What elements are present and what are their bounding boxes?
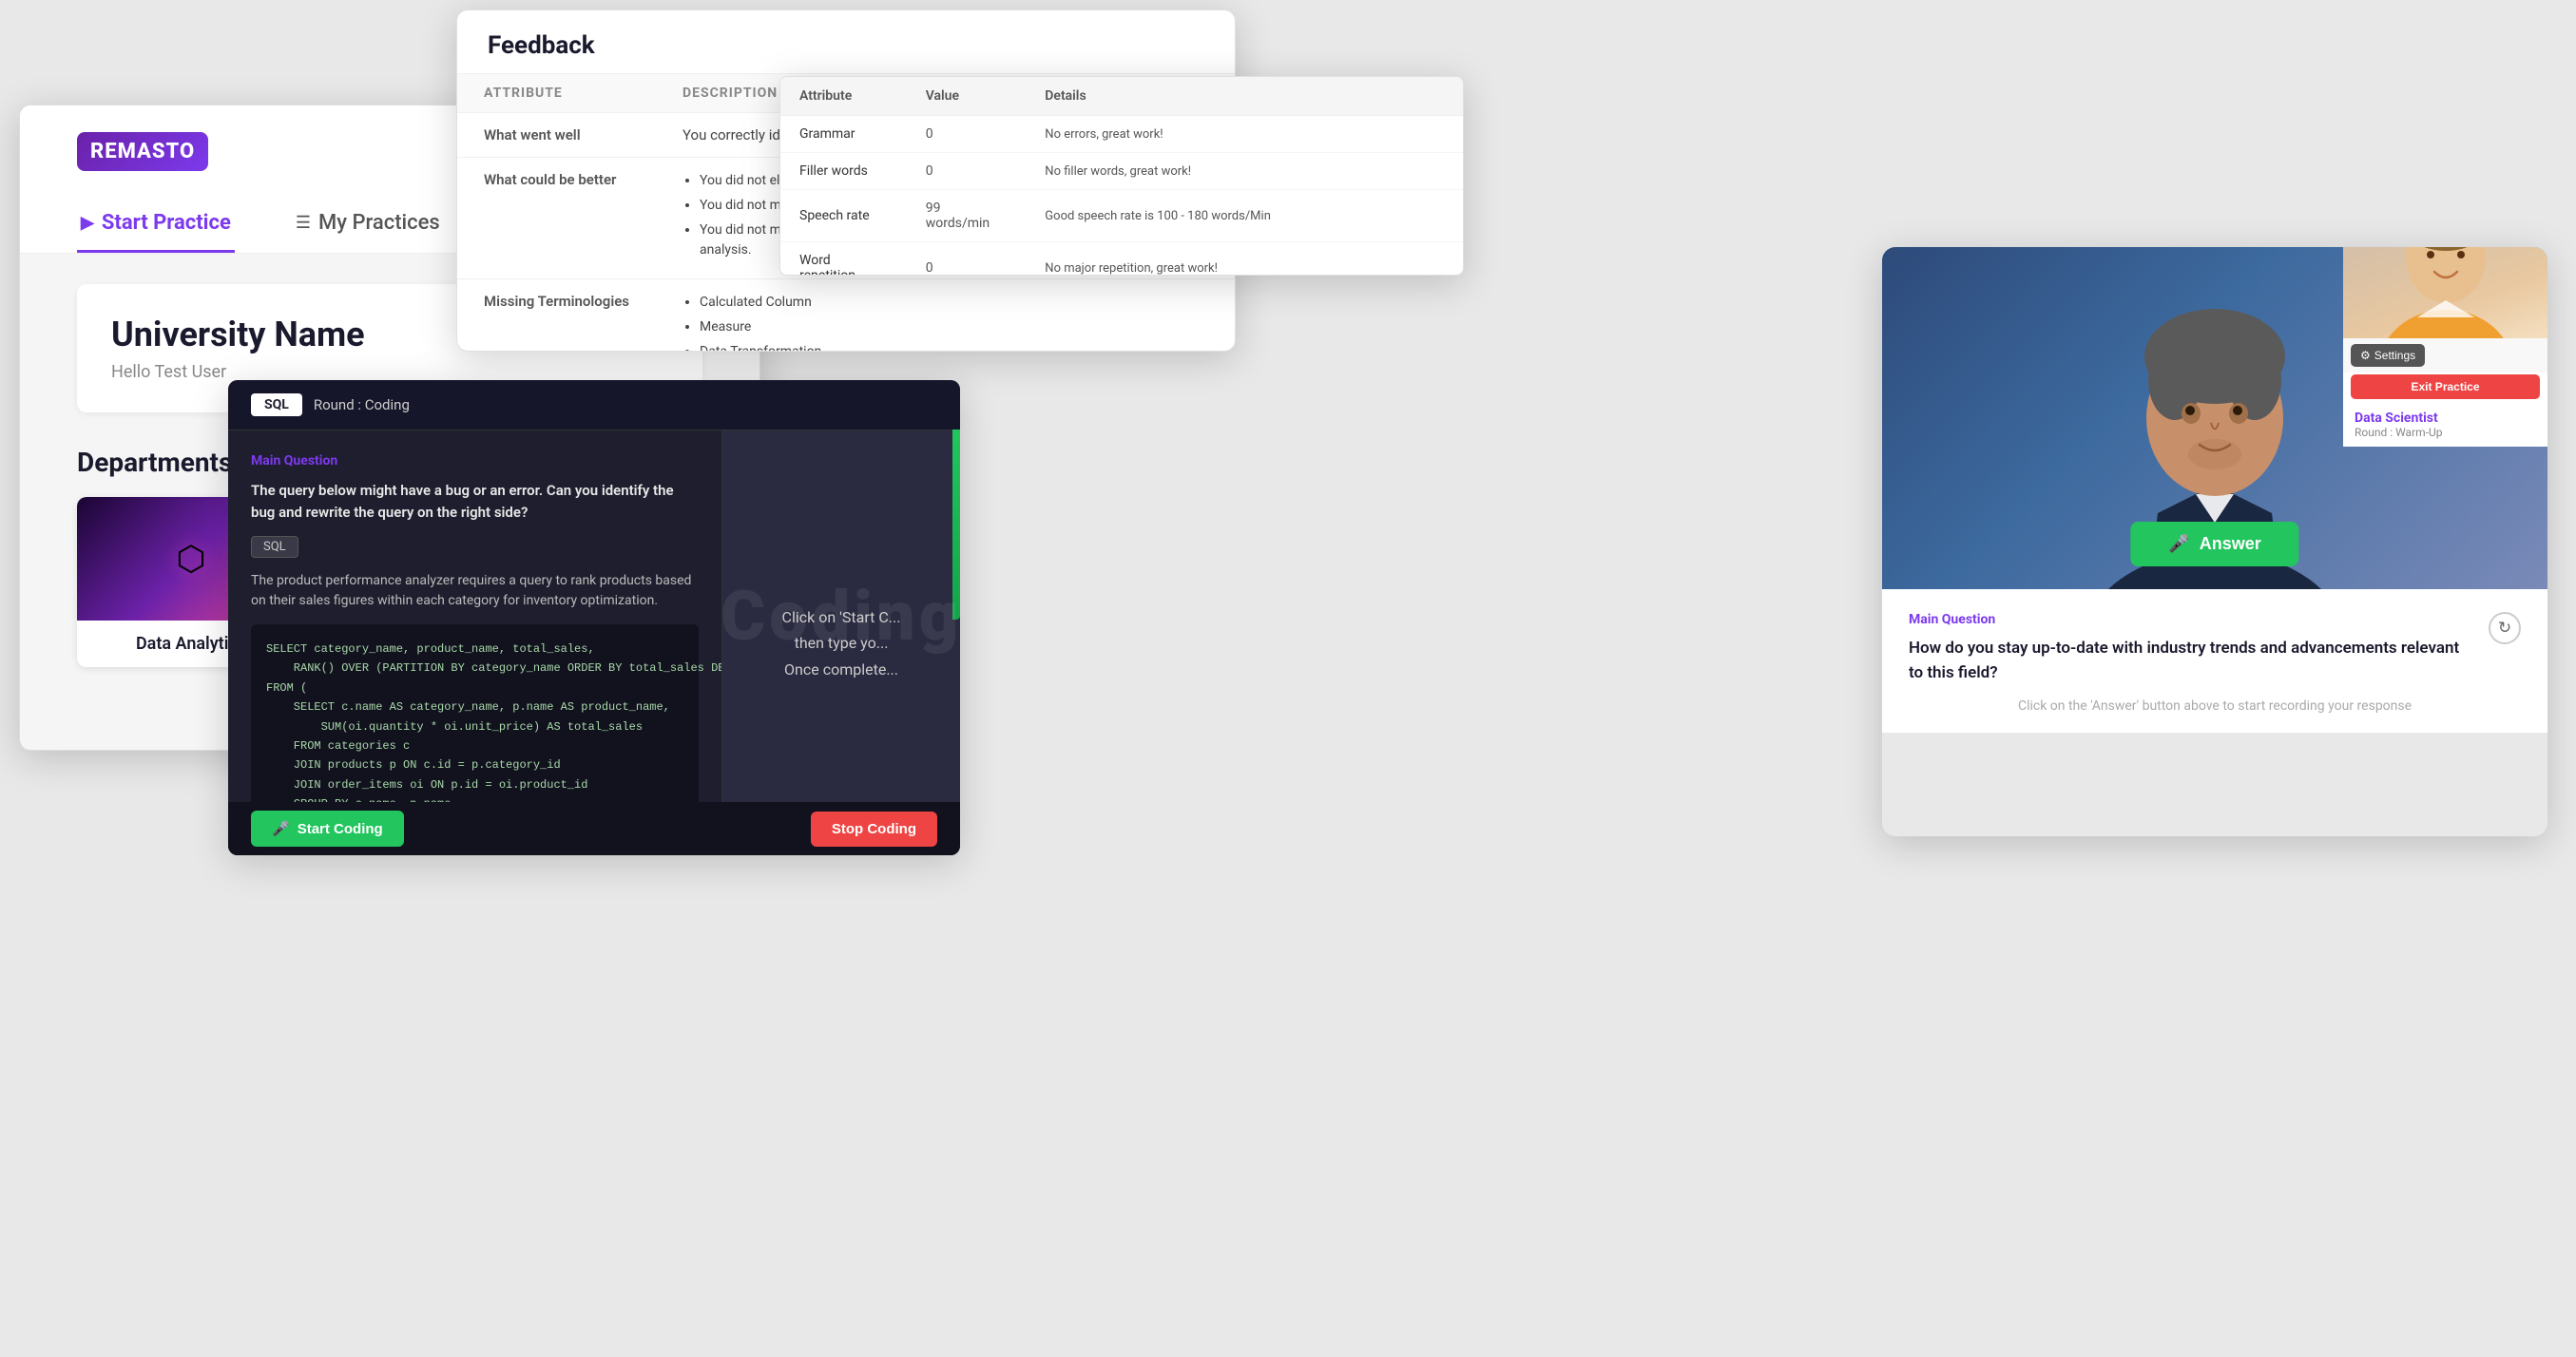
feedback-attr-1: What went well [457,113,656,158]
sql-header: SQL Round : Coding [228,380,960,430]
interview-hint: Click on the 'Answer' button above to st… [1909,698,2521,714]
feedback-attr-2: What could be better [457,158,656,279]
feedback-desc-3: Calculated Column Measure Data Transform… [656,279,1235,353]
interviewer-exit-area: Exit Practice [2343,373,2547,405]
refresh-question-button[interactable]: ↻ [2489,612,2521,644]
sql-tag-badge: SQL [251,536,298,558]
interviewer-info: Data Scientist Round : Warm-Up [2343,405,2547,447]
attr-col-value: Value [907,77,1027,116]
tab-my-practices[interactable]: ☰ My Practices [292,200,444,253]
interview-question-text: How do you stay up-to-date with industry… [1909,637,2460,685]
interview-question-area: Main Question How do you stay up-to-date… [1882,589,2547,733]
feedback-col-attribute: ATTRIBUTE [457,74,656,113]
interviewer-role: Data Scientist [2355,411,2536,426]
sql-coding-card: SQL Round : Coding Main Question The que… [228,380,960,855]
main-question-label: Main Question [1909,612,2460,627]
gear-icon: ⚙ [2360,349,2371,362]
mic-answer-icon: 🎤 [2168,534,2189,554]
main-question-label: Main Question [251,453,699,468]
attr-table-row: Grammar0No errors, great work! [780,116,1463,153]
attr-table-row: Speech rate99 words/minGood speech rate … [780,190,1463,242]
sql-question-text: The query below might have a bug or an e… [251,480,699,523]
interviewer-mini-panel: ⚙ Settings Exit Practice Data Scientist … [2343,247,2547,447]
attr-col-details: Details [1026,77,1463,116]
interviewer-round: Round : Warm-Up [2355,426,2536,439]
attributes-card: Attribute Value Details Grammar0No error… [779,76,1464,276]
tab-start-practice[interactable]: ▶ Start Practice [77,200,235,253]
coding-watermark: Coding [721,576,960,657]
sql-question-panel: Main Question The query below might have… [228,430,722,855]
list-icon: ☰ [296,213,311,233]
feedback-header: Feedback [457,10,1235,74]
university-subtitle: Hello Test User [111,362,668,382]
attr-col-attribute: Attribute [780,77,907,116]
sql-round-label: Round : Coding [314,396,410,413]
mic-icon: 🎤 [272,820,290,837]
exit-practice-button[interactable]: Exit Practice [2351,374,2540,399]
feedback-row-3: Missing Terminologies Calculated Column … [457,279,1235,353]
settings-button[interactable]: ⚙ Settings [2351,344,2425,367]
feedback-attr-3: Missing Terminologies [457,279,656,353]
interviewer-svg [2360,247,2531,338]
attr-table-row: Word repetition0No major repetition, gre… [780,242,1463,277]
start-coding-button[interactable]: 🎤 Start Coding [251,811,404,847]
stop-coding-button[interactable]: Stop Coding [811,812,937,847]
logo[interactable]: REMASTO [77,132,208,171]
answer-button[interactable]: 🎤 Answer [2130,522,2298,566]
interview-panel: ⚙ Settings Exit Practice Data Scientist … [1882,247,2547,836]
attributes-table: Attribute Value Details Grammar0No error… [780,77,1463,276]
sql-footer: 🎤 Start Coding Stop Coding [228,802,960,855]
sql-description: The product performance analyzer require… [251,571,699,611]
sql-lang-badge: SQL [251,393,302,416]
attr-table-row: Filler words0No filler words, great work… [780,153,1463,190]
interviewer-controls: ⚙ Settings [2343,338,2547,373]
coding-overlay: Coding [722,430,960,802]
play-icon: ▶ [81,213,94,233]
interviewer-photo [2343,247,2547,338]
feedback-title: Feedback [488,31,1204,60]
